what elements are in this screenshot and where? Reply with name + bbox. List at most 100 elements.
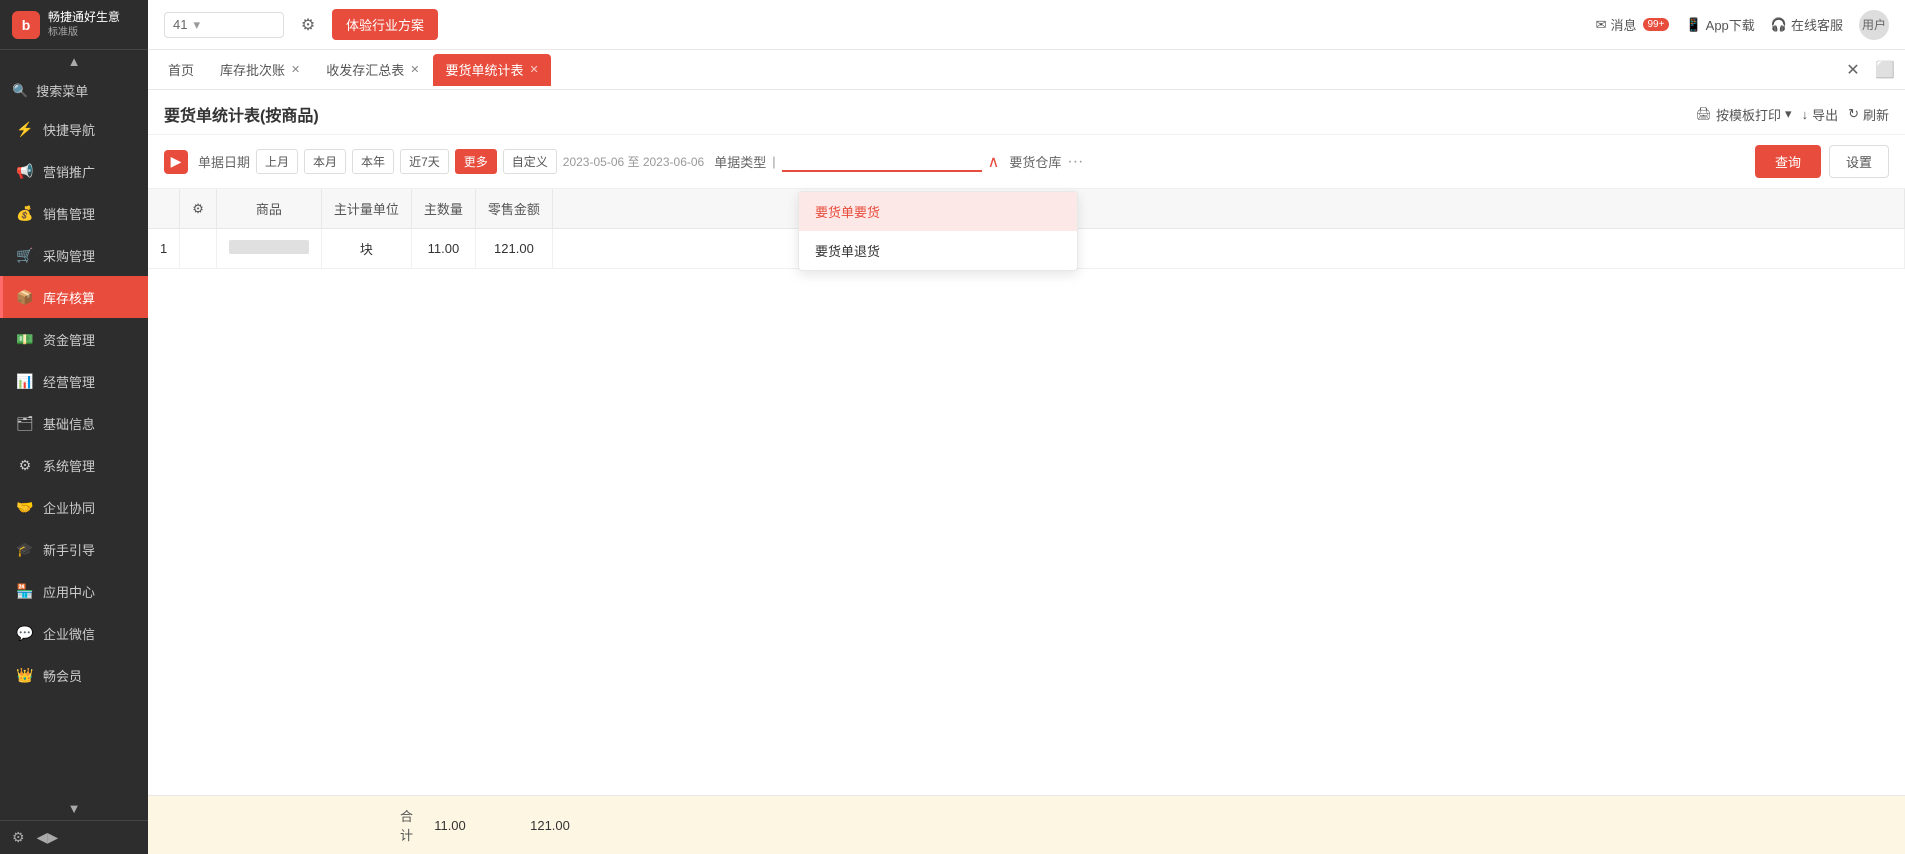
message-icon: ✉ xyxy=(1596,17,1607,33)
tab-close-order-stats[interactable]: ✕ xyxy=(530,63,539,76)
support-btn[interactable]: 🎧 在线客服 xyxy=(1771,15,1843,34)
date-btn-more[interactable]: 更多 xyxy=(455,149,497,174)
refresh-btn[interactable]: ↻ 刷新 xyxy=(1848,105,1889,124)
sidebar-item-newbie[interactable]: 🎓 新手引导 xyxy=(0,528,148,570)
col-qty: 主数量 xyxy=(411,189,475,229)
sales-icon: 💰 xyxy=(15,203,35,223)
tab-summary[interactable]: 收发存汇总表 ✕ xyxy=(314,54,431,86)
close-all-tabs-btn[interactable]: ✕ xyxy=(1841,58,1865,82)
col-extra xyxy=(552,189,1904,229)
company-selector[interactable]: 41 ▾ xyxy=(164,12,284,38)
search-icon: 🔍 xyxy=(12,83,28,99)
sidebar-item-operations[interactable]: 📊 经营管理 xyxy=(0,360,148,402)
tab-close-summary[interactable]: ✕ xyxy=(410,63,419,76)
restore-tab-btn[interactable]: ⬜ xyxy=(1873,58,1897,82)
tab-home[interactable]: 首页 xyxy=(156,54,206,86)
avatar[interactable]: 用户 xyxy=(1859,10,1889,40)
query-btn[interactable]: 查询 xyxy=(1755,145,1821,178)
finance-icon: 💵 xyxy=(15,329,35,349)
filter-expand-btn[interactable]: ▶ xyxy=(164,150,188,174)
topbar: 41 ▾ ⚙ 体验行业方案 ✉ 消息 99+ 📱 App下载 🎧 在线客服 用户 xyxy=(148,0,1905,50)
tabs-bar: 首页 库存批次账 ✕ 收发存汇总表 ✕ 要货单统计表 ✕ ✕ ⬜ xyxy=(148,50,1905,90)
sidebar-item-system[interactable]: ⚙ 系统管理 xyxy=(0,444,148,486)
sidebar-item-quick-nav[interactable]: ⚡ 快捷导航 xyxy=(0,108,148,150)
export-btn[interactable]: ↓ 导出 xyxy=(1802,105,1839,124)
page-actions: 🖨 按模板打印 ▾ ↓ 导出 ↻ 刷新 xyxy=(1696,105,1890,124)
industry-btn[interactable]: 体验行业方案 xyxy=(332,9,438,40)
operations-icon: 📊 xyxy=(15,371,35,391)
date-filter-group: 单据日期 上月 本月 本年 近7天 更多 自定义 2023-05-06 至 20… xyxy=(198,149,704,174)
cell-qty: 11.00 xyxy=(411,229,475,269)
print-btn[interactable]: 🖨 按模板打印 ▾ xyxy=(1696,105,1792,124)
sidebar-nav: ⚡ 快捷导航 📢 营销推广 💰 销售管理 🛒 采购管理 📦 库存核算 💵 资金管… xyxy=(0,108,148,797)
page-header: 要货单统计表(按商品) 🖨 按模板打印 ▾ ↓ 导出 ↻ 刷新 xyxy=(148,90,1905,135)
type-separator: | xyxy=(772,154,775,169)
collapse-icon[interactable]: ◀▶ xyxy=(37,829,59,846)
sidebar-scroll-up[interactable]: ▲ xyxy=(0,50,148,73)
date-btn-last-7days[interactable]: 近7天 xyxy=(400,149,449,174)
table-footer: 合计 11.00 121.00 xyxy=(148,795,1905,854)
sidebar-item-basic[interactable]: 🗂 基础信息 xyxy=(0,402,148,444)
tab-close-batch[interactable]: ✕ xyxy=(291,63,300,76)
date-btn-this-month[interactable]: 本月 xyxy=(304,149,346,174)
sidebar-item-purchase[interactable]: 🛒 采购管理 xyxy=(0,234,148,276)
filter-settings-btn[interactable]: 设置 xyxy=(1829,145,1889,178)
date-btn-custom[interactable]: 自定义 xyxy=(503,149,557,174)
date-btn-this-year[interactable]: 本年 xyxy=(352,149,394,174)
content-area: 要货单统计表(按商品) 🖨 按模板打印 ▾ ↓ 导出 ↻ 刷新 xyxy=(148,90,1905,854)
footer-amount: 121.00 xyxy=(500,818,600,833)
logo-icon: b xyxy=(12,11,40,39)
sidebar-item-enterprise[interactable]: 🤝 企业协同 xyxy=(0,486,148,528)
page: 要货单统计表(按商品) 🖨 按模板打印 ▾ ↓ 导出 ↻ 刷新 xyxy=(148,90,1905,854)
sidebar-item-member[interactable]: 👑 畅会员 xyxy=(0,654,148,696)
appstore-icon: 🏪 xyxy=(15,581,35,601)
logo-text: 畅捷通好生意 标准版 xyxy=(48,10,120,39)
app-download-btn[interactable]: 📱 App下载 xyxy=(1685,15,1754,34)
type-input[interactable] xyxy=(782,151,982,172)
basic-icon: 🗂 xyxy=(15,413,35,433)
messages-btn[interactable]: ✉ 消息 99+ xyxy=(1596,15,1670,34)
tab-order-stats[interactable]: 要货单统计表 ✕ xyxy=(433,54,550,86)
col-settings[interactable]: ⚙ xyxy=(180,189,217,229)
warehouse-dots-btn[interactable]: ··· xyxy=(1067,153,1083,171)
purchase-icon: 🛒 xyxy=(15,245,35,265)
sidebar-item-inventory[interactable]: 📦 库存核算 xyxy=(0,276,148,318)
member-icon: 👑 xyxy=(15,665,35,685)
footer-label: 合计 xyxy=(160,806,400,844)
app-logo: b 畅捷通好生意 标准版 xyxy=(0,0,148,50)
wechat-icon: 💬 xyxy=(15,623,35,643)
tabs-bar-end: ✕ ⬜ xyxy=(1841,58,1897,82)
topbar-settings-btn[interactable]: ⚙ xyxy=(294,11,322,39)
type-dropdown-chevron[interactable]: ∧ xyxy=(988,152,1000,172)
main-area: 41 ▾ ⚙ 体验行业方案 ✉ 消息 99+ 📱 App下载 🎧 在线客服 用户 xyxy=(148,0,1905,854)
tab-batch[interactable]: 库存批次账 ✕ xyxy=(208,54,312,86)
column-settings-icon[interactable]: ⚙ xyxy=(192,201,204,216)
cell-product xyxy=(216,229,321,269)
settings-icon[interactable]: ⚙ xyxy=(12,829,25,846)
product-placeholder xyxy=(229,240,309,254)
sidebar-item-marketing[interactable]: 📢 营销推广 xyxy=(0,150,148,192)
inventory-icon: 📦 xyxy=(15,287,35,307)
quick-nav-icon: ⚡ xyxy=(15,119,35,139)
refresh-icon: ↻ xyxy=(1848,106,1859,122)
sidebar-item-finance[interactable]: 💵 资金管理 xyxy=(0,318,148,360)
sidebar-item-appstore[interactable]: 🏪 应用中心 xyxy=(0,570,148,612)
sidebar-scroll-down[interactable]: ▼ xyxy=(0,797,148,820)
sidebar-item-wechat[interactable]: 💬 企业微信 xyxy=(0,612,148,654)
date-label: 单据日期 xyxy=(198,152,250,171)
sidebar-item-sales[interactable]: 💰 销售管理 xyxy=(0,192,148,234)
dropdown-item-order-ret[interactable]: 要货单退货 xyxy=(799,231,1077,270)
warehouse-label: 要货仓库 xyxy=(1009,152,1061,171)
table-container: ⚙ 商品 主计量单位 主数量 零售金额 1 xyxy=(148,189,1905,795)
type-dropdown: 要货单要货 要货单退货 xyxy=(798,191,1078,271)
col-unit: 主计量单位 xyxy=(321,189,411,229)
warehouse-filter-group: 要货仓库 ··· xyxy=(1009,152,1083,171)
dropdown-item-order-req[interactable]: 要货单要货 xyxy=(799,192,1077,231)
date-btn-last-month[interactable]: 上月 xyxy=(256,149,298,174)
search-menu[interactable]: 🔍 搜索菜单 xyxy=(0,73,148,108)
cell-settings xyxy=(180,229,217,269)
print-icon: 🖨 xyxy=(1696,106,1713,122)
type-filter-group: 单据类型 | ∧ xyxy=(714,151,999,172)
print-chevron-icon: ▾ xyxy=(1785,106,1792,122)
topbar-right: ✉ 消息 99+ 📱 App下载 🎧 在线客服 用户 xyxy=(1596,10,1889,40)
